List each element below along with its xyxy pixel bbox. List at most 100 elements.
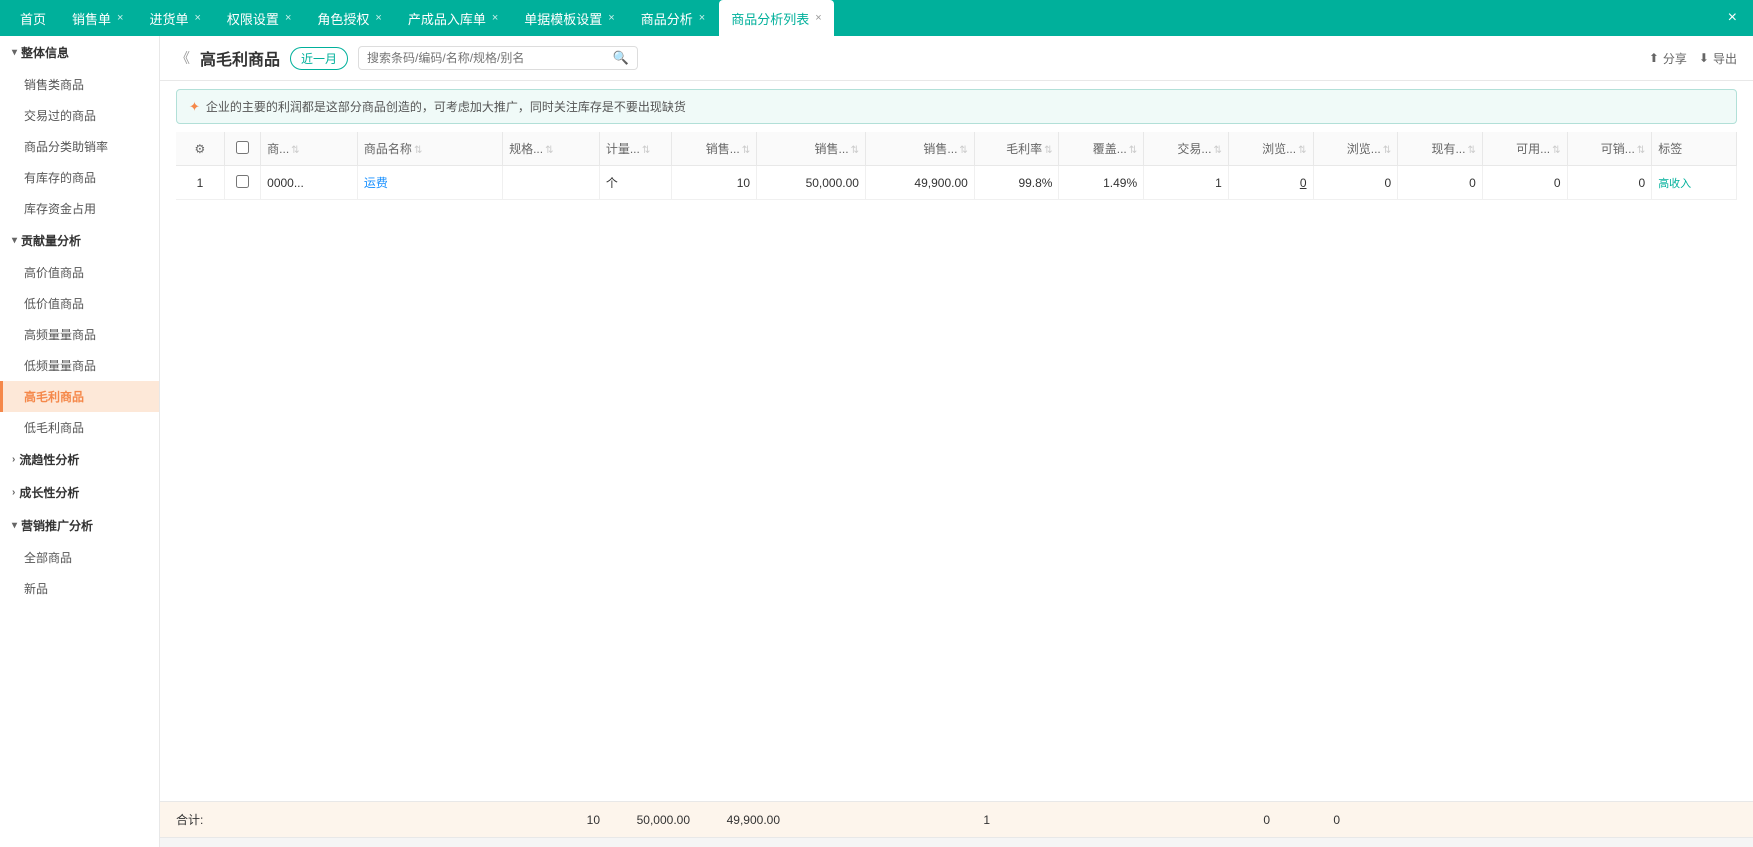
share-icon: ⬆ [1649, 51, 1659, 65]
nav-close-permissions[interactable]: × [285, 12, 291, 24]
nav-close-analysis[interactable]: × [699, 12, 705, 24]
th-settings[interactable]: ⚙ [176, 132, 224, 166]
sort-gross-icon: ⇅ [959, 145, 967, 156]
info-icon: ✦ [189, 99, 200, 115]
nav-sales-order[interactable]: 销售单 × [60, 0, 135, 36]
cell-sales-amt: 50,000.00 [757, 166, 866, 200]
select-all-checkbox[interactable] [236, 141, 249, 154]
search-input[interactable] [367, 51, 609, 65]
sidebar-item-low-freq[interactable]: 低频量量商品 [0, 350, 159, 381]
cell-sku: 0000... [261, 166, 358, 200]
export-button[interactable]: ⬇ 导出 [1699, 50, 1737, 67]
nav-close-roles[interactable]: × [375, 12, 381, 24]
cell-stock3: 0 [1567, 166, 1652, 200]
main-layout: ▾ 整体信息 销售类商品 交易过的商品 商品分类助销率 有库存的商品 库存资金占… [0, 36, 1753, 847]
sidebar-item-all-products[interactable]: 全部商品 [0, 542, 159, 573]
nav-template-settings[interactable]: 单据模板设置 × [512, 0, 626, 36]
sidebar-item-low-margin[interactable]: 低毛利商品 [0, 412, 159, 443]
sort-name-icon: ⇅ [414, 145, 422, 156]
top-nav: 首页 销售单 × 进货单 × 权限设置 × 角色授权 × 产成品入库单 × 单据… [0, 0, 1753, 36]
sidebar-item-stocked-products[interactable]: 有库存的商品 [0, 162, 159, 193]
th-unit[interactable]: 计量...⇅ [599, 132, 672, 166]
sidebar-item-high-value[interactable]: 高价值商品 [0, 257, 159, 288]
sort-sales-icon: ⇅ [851, 145, 859, 156]
nav-product-analysis-list[interactable]: 商品分析列表 × [719, 0, 833, 36]
sidebar-collapse-button[interactable]: 《 [176, 48, 190, 68]
cell-qty: 10 [672, 166, 757, 200]
period-button[interactable]: 近一月 [290, 47, 348, 70]
th-spec[interactable]: 规格...⇅ [503, 132, 600, 166]
nav-close-template[interactable]: × [608, 12, 614, 24]
sort-qty-icon: ⇅ [742, 145, 750, 156]
search-icon[interactable]: 🔍 [613, 50, 629, 66]
th-sku[interactable]: 商...⇅ [261, 132, 358, 166]
info-banner: ✦ 企业的主要的利润都是这部分商品创造的，可考虑加大推广，同时关注库存是不要出现… [176, 89, 1737, 124]
footer-qty: 10 [536, 813, 606, 827]
table-container: ⚙ 商...⇅ 商品名称⇅ 规格...⇅ 计量...⇅ 销售...⇅ 销售...… [160, 132, 1753, 801]
nav-close-analysis-list[interactable]: × [815, 12, 821, 24]
nav-purchase-order[interactable]: 进货单 × [137, 0, 212, 36]
sort-unit-icon: ⇅ [642, 145, 650, 156]
sidebar-item-category-sales-rate[interactable]: 商品分类助销率 [0, 131, 159, 162]
share-button[interactable]: ⬆ 分享 [1649, 50, 1687, 67]
table-row: 1 0000... 运费 个 10 50,000.00 49,900.00 99… [176, 166, 1737, 200]
th-qty[interactable]: 销售...⇅ [672, 132, 757, 166]
row-checkbox[interactable] [236, 175, 249, 188]
sidebar-item-sales-products[interactable]: 销售类商品 [0, 69, 159, 100]
nav-close-all-button[interactable]: × [1720, 9, 1745, 27]
nav-close-purchase[interactable]: × [194, 12, 200, 24]
th-gross-profit[interactable]: 销售...⇅ [865, 132, 974, 166]
th-stock2[interactable]: 可用...⇅ [1482, 132, 1567, 166]
nav-finished-goods[interactable]: 产成品入库单 × [396, 0, 510, 36]
cell-spec [503, 166, 600, 200]
nav-close-sales[interactable]: × [117, 12, 123, 24]
sort-trans-icon: ⇅ [1213, 145, 1221, 156]
nav-product-analysis[interactable]: 商品分析 × [629, 0, 717, 36]
sort-spec-icon: ⇅ [545, 145, 553, 156]
nav-roles[interactable]: 角色授权 × [305, 0, 393, 36]
sidebar-group-contribution[interactable]: ▾ 贡献量分析 [0, 224, 159, 257]
sidebar-group-growth[interactable]: › 成长性分析 [0, 476, 159, 509]
sidebar-item-new-products[interactable]: 新品 [0, 573, 159, 604]
th-browse2[interactable]: 浏览...⇅ [1313, 132, 1398, 166]
sort-stock2-icon: ⇅ [1552, 145, 1560, 156]
cell-check[interactable] [224, 166, 260, 200]
page-title: 高毛利商品 [200, 46, 280, 70]
sidebar-item-high-margin[interactable]: 高毛利商品 [0, 381, 159, 412]
th-transaction[interactable]: 交易...⇅ [1144, 132, 1229, 166]
sidebar-item-high-freq[interactable]: 高频量量商品 [0, 319, 159, 350]
footer-stock2: 0 [1206, 813, 1276, 827]
sidebar-item-traded-products[interactable]: 交易过的商品 [0, 100, 159, 131]
sidebar-item-low-value[interactable]: 低价值商品 [0, 288, 159, 319]
footer-transaction: 1 [926, 813, 996, 827]
sidebar-item-stock-capital[interactable]: 库存资金占用 [0, 193, 159, 224]
th-name[interactable]: 商品名称⇅ [357, 132, 502, 166]
nav-close-finished[interactable]: × [492, 12, 498, 24]
sidebar-group-marketing[interactable]: ▾ 营销推广分析 [0, 509, 159, 542]
th-tag[interactable]: 标签 [1652, 132, 1737, 166]
th-gross-rate[interactable]: 毛利率⇅ [974, 132, 1059, 166]
cell-browse1[interactable]: 0 [1228, 166, 1313, 200]
nav-home[interactable]: 首页 [8, 0, 58, 36]
nav-permissions[interactable]: 权限设置 × [215, 0, 303, 36]
th-stock3[interactable]: 可销...⇅ [1567, 132, 1652, 166]
sidebar-group-overall[interactable]: ▾ 整体信息 [0, 36, 159, 69]
cell-gross-profit: 49,900.00 [865, 166, 974, 200]
sidebar-group-flow[interactable]: › 流趋性分析 [0, 443, 159, 476]
cell-gross-rate: 99.8% [974, 166, 1059, 200]
sort-browse1-icon: ⇅ [1298, 145, 1306, 156]
cell-stock1: 0 [1398, 166, 1483, 200]
arrow-overall-icon: ▾ [12, 47, 17, 58]
th-coverage[interactable]: 覆盖...⇅ [1059, 132, 1144, 166]
th-browse1[interactable]: 浏览...⇅ [1228, 132, 1313, 166]
sort-sku-icon: ⇅ [291, 145, 299, 156]
sort-rate-icon: ⇅ [1044, 145, 1052, 156]
cell-transaction: 1 [1144, 166, 1229, 200]
th-sales-amt[interactable]: 销售...⇅ [757, 132, 866, 166]
th-stock1[interactable]: 现有...⇅ [1398, 132, 1483, 166]
horizontal-scrollbar[interactable] [160, 837, 1753, 847]
data-table: ⚙ 商...⇅ 商品名称⇅ 规格...⇅ 计量...⇅ 销售...⇅ 销售...… [176, 132, 1737, 200]
sort-stock3-icon: ⇅ [1637, 145, 1645, 156]
cell-name[interactable]: 运费 [357, 166, 502, 200]
content-area: 《 高毛利商品 近一月 🔍 ⬆ 分享 ⬇ 导出 ✦ 企业的主要的利润都是这部 [160, 36, 1753, 847]
